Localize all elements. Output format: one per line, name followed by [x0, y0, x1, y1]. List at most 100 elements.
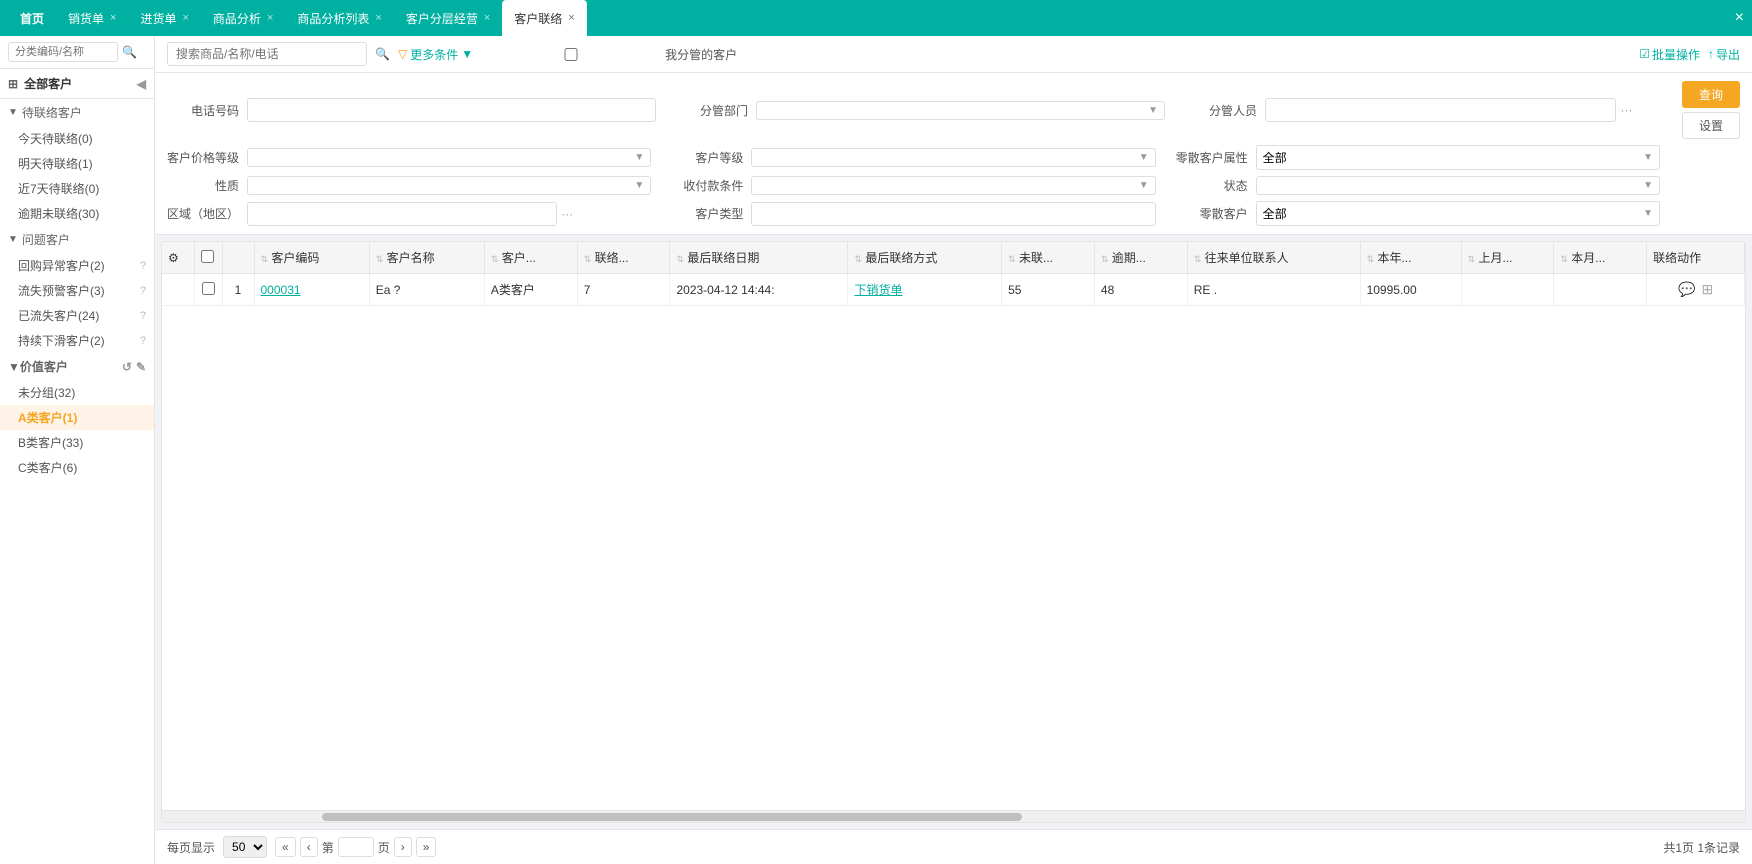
nature-select[interactable]: ▼: [247, 176, 651, 195]
setting-button[interactable]: 设置: [1682, 112, 1740, 139]
retail-customer-select[interactable]: 全部 ▼: [1256, 201, 1660, 226]
settings-column-header[interactable]: ⚙: [162, 242, 194, 274]
tab-customer-segment[interactable]: 客户分层经营 ×: [394, 0, 502, 36]
my-customers-checkbox[interactable]: [481, 48, 661, 61]
prev-page-button[interactable]: ‹: [300, 837, 318, 857]
section-pending-contact[interactable]: ▼ 待联络客户: [0, 99, 154, 126]
payment-select[interactable]: ▼: [751, 176, 1155, 195]
contact-action-column-header[interactable]: 联络动作: [1647, 242, 1745, 274]
tab-product-analysis-list[interactable]: 商品分析列表 ×: [285, 0, 393, 36]
horizontal-scrollbar[interactable]: [162, 810, 1745, 822]
sidebar-search-input[interactable]: [8, 42, 118, 62]
more-icon[interactable]: ···: [1616, 103, 1636, 117]
select-all-checkbox[interactable]: [201, 250, 214, 263]
close-icon[interactable]: ×: [182, 12, 188, 24]
sidebar-item-class-c[interactable]: C类客户(6): [0, 455, 154, 480]
this-year-column-header[interactable]: ⇅ 本年...: [1360, 242, 1461, 274]
dept-select[interactable]: ▼: [756, 101, 1165, 120]
sidebar-item-7days-contact[interactable]: 近7天待联络(0): [0, 176, 154, 201]
page-unit-label: 页: [378, 839, 390, 856]
sidebar-item-class-b[interactable]: B类客户(33): [0, 430, 154, 455]
close-icon[interactable]: ×: [568, 12, 574, 24]
page-size-select[interactable]: 50: [223, 836, 267, 858]
filter-form: 电话号码 分管部门 ▼ 分管人员 ··· 查询 设置: [155, 73, 1752, 235]
checkbox-column-header[interactable]: [194, 242, 222, 274]
sidebar-item-declining[interactable]: 持续下滑客户(2) ?: [0, 328, 154, 353]
table-scroll-area[interactable]: ⚙ ⇅ 客户编码 ⇅ 客户名称: [162, 242, 1745, 810]
sidebar-item-tomorrow-contact[interactable]: 明天待联络(1): [0, 151, 154, 176]
sidebar-item-class-a[interactable]: A类客户(1): [0, 405, 154, 430]
export-button[interactable]: ↑ 导出: [1708, 46, 1740, 63]
unit-contact-column-header[interactable]: ⇅ 往来单位联系人: [1187, 242, 1360, 274]
tab-customer-contact[interactable]: 客户联络 ×: [502, 0, 586, 36]
customer-level-select[interactable]: ▼: [751, 148, 1155, 167]
sidebar-item-abnormal-repurchase[interactable]: 回购异常客户(2) ?: [0, 253, 154, 278]
more-conditions-button[interactable]: ▽ 更多条件 ▼: [398, 46, 473, 63]
price-level-label: 客户价格等级: [167, 149, 247, 166]
tab-sales[interactable]: 销货单 ×: [56, 0, 128, 36]
grid-action-icon[interactable]: ⊞: [1701, 281, 1713, 298]
help-icon[interactable]: ?: [140, 285, 146, 297]
region-input[interactable]: [247, 202, 557, 226]
last-contact-method-column-header[interactable]: ⇅ 最后联络方式: [848, 242, 1002, 274]
my-customers-checkbox-label[interactable]: 我分管的客户: [481, 46, 737, 63]
query-button[interactable]: 查询: [1682, 81, 1740, 108]
section-value-customers[interactable]: ▼ 价值客户 ↺ ✎: [0, 353, 154, 380]
overdue-column-header[interactable]: ⇅ 逾期...: [1094, 242, 1187, 274]
close-icon[interactable]: ×: [375, 12, 381, 24]
chat-action-icon[interactable]: 💬: [1678, 281, 1695, 298]
top-actions: ☑ 批量操作 ↑ 导出: [1639, 46, 1740, 63]
row-customer-name: Ea ?: [369, 274, 484, 306]
contact-column-header[interactable]: ⇅ 联络...: [577, 242, 670, 274]
last-month-column-header[interactable]: ⇅ 上月...: [1461, 242, 1554, 274]
filter-cell-payment: 收付款条件 ▼: [671, 176, 1155, 195]
manager-input[interactable]: [1265, 98, 1616, 122]
row-select-checkbox[interactable]: [202, 282, 215, 295]
sidebar-item-today-contact[interactable]: 今天待联络(0): [0, 126, 154, 151]
sidebar-item-churn-warning[interactable]: 流失预警客户(3) ?: [0, 278, 154, 303]
close-icon[interactable]: ×: [267, 12, 273, 24]
row-checkbox[interactable]: [194, 274, 222, 306]
current-page-input[interactable]: 1: [338, 837, 374, 857]
row-customer-code[interactable]: 000031: [254, 274, 369, 306]
search-input[interactable]: [167, 42, 367, 66]
sidebar-search-icon[interactable]: 🔍: [122, 45, 137, 59]
customer-type-column-header[interactable]: ⇅ 客户...: [484, 242, 577, 274]
help-icon[interactable]: ?: [140, 335, 146, 347]
help-icon[interactable]: ?: [140, 310, 146, 322]
customer-name-column-header[interactable]: ⇅ 客户名称: [369, 242, 484, 274]
scrollbar-thumb[interactable]: [322, 813, 1022, 821]
batch-operation-button[interactable]: ☑ 批量操作: [1639, 46, 1700, 63]
collapse-sidebar-icon[interactable]: ◀: [137, 77, 146, 91]
tab-home[interactable]: 首页: [8, 0, 56, 36]
sidebar: 🔍 ⊞ 全部客户 ◀ ▼ 待联络客户 今天待联络(0) 明天待联络(1) 近7天…: [0, 36, 155, 864]
this-month-column-header[interactable]: ⇅ 本月...: [1554, 242, 1647, 274]
sidebar-item-overdue-contact[interactable]: 逾期未联络(30): [0, 201, 154, 226]
last-page-button[interactable]: »: [416, 837, 437, 857]
refresh-icon[interactable]: ↺: [122, 360, 132, 374]
close-icon[interactable]: ×: [110, 12, 116, 24]
sidebar-item-no-group[interactable]: 未分组(32): [0, 380, 154, 405]
search-icon[interactable]: 🔍: [375, 47, 390, 61]
tab-purchase[interactable]: 进货单 ×: [128, 0, 200, 36]
customer-code-column-header[interactable]: ⇅ 客户编码: [254, 242, 369, 274]
edit-icon[interactable]: ✎: [136, 360, 146, 374]
section-problem-customers[interactable]: ▼ 问题客户: [0, 226, 154, 253]
sidebar-item-churned[interactable]: 已流失客户(24) ?: [0, 303, 154, 328]
next-page-button[interactable]: ›: [394, 837, 412, 857]
first-page-button[interactable]: «: [275, 837, 296, 857]
tab-product-analysis[interactable]: 商品分析 ×: [201, 0, 285, 36]
filter-cell-dept: 分管部门 ▼: [676, 101, 1165, 120]
row-last-contact-method[interactable]: 下销货单: [848, 274, 1002, 306]
more-icon[interactable]: ···: [557, 207, 577, 221]
phone-input[interactable]: [247, 98, 656, 122]
close-icon[interactable]: ×: [484, 12, 490, 24]
status-select[interactable]: ▼: [1256, 176, 1660, 195]
close-all-tabs-button[interactable]: ×: [1735, 9, 1744, 27]
last-contact-date-column-header[interactable]: ⇅ 最后联络日期: [670, 242, 848, 274]
no-contact-column-header[interactable]: ⇅ 未联...: [1002, 242, 1095, 274]
price-level-select[interactable]: ▼: [247, 148, 651, 167]
retail-attr-select[interactable]: 全部 ▼: [1256, 145, 1660, 170]
help-icon[interactable]: ?: [140, 260, 146, 272]
customer-type-input[interactable]: [751, 202, 1155, 226]
